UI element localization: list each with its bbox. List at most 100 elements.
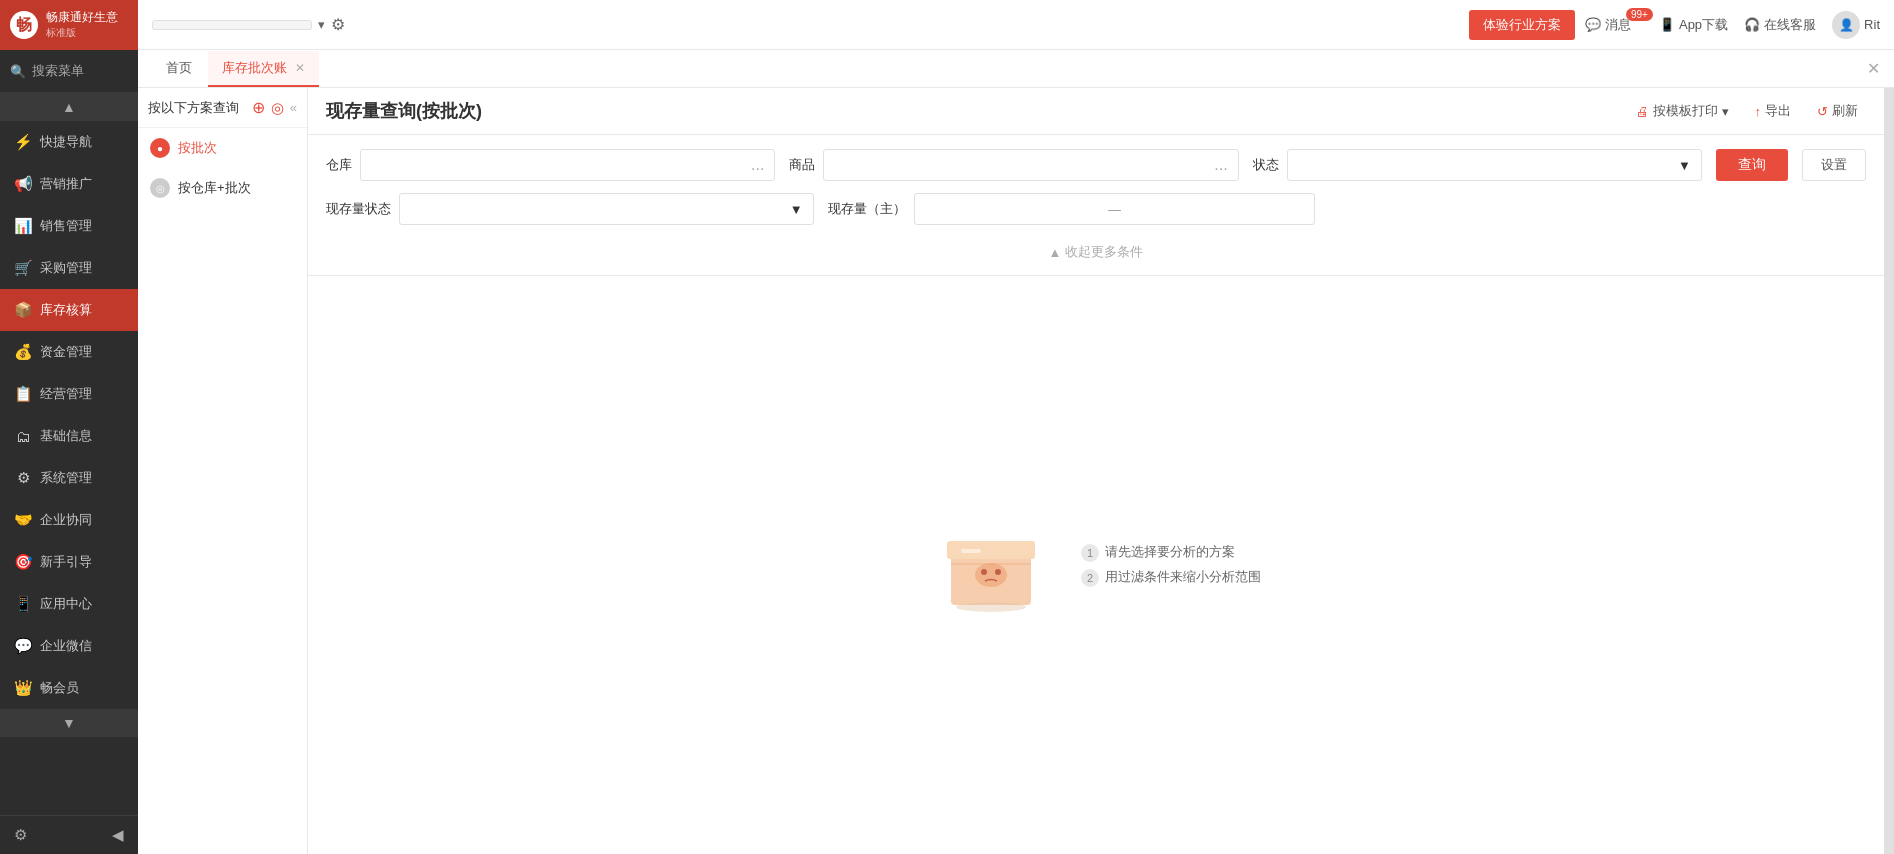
topbar-gear-button[interactable]: ⚙: [331, 15, 345, 34]
hint-2-text: 用过滤条件来缩小分析范围: [1105, 568, 1261, 586]
product-input[interactable]: ...: [823, 149, 1238, 181]
sidebar-item-system[interactable]: ⚙ 系统管理: [0, 457, 138, 499]
empty-hint-2: 2 用过滤条件来缩小分析范围: [1081, 568, 1261, 587]
tab-close-icon[interactable]: ✕: [295, 61, 305, 75]
stock-status-select[interactable]: ▼: [399, 193, 814, 225]
customer-service-button[interactable]: 🎧 在线客服: [1744, 16, 1816, 34]
user-profile-button[interactable]: 👤 Rit: [1832, 11, 1880, 39]
status-select[interactable]: ▼: [1287, 149, 1702, 181]
content-area: 按以下方案查询 ⊕ ◎ « ● 按批次 ◎ 按仓库+批次 现存量查询(按批次): [138, 88, 1894, 854]
scheme-settings-button[interactable]: ◎: [271, 99, 284, 117]
status-chevron-icon: ▼: [1678, 158, 1691, 173]
sidebar-item-member[interactable]: 👑 畅会员: [0, 667, 138, 709]
scheme-by-batch-label: 按批次: [178, 139, 217, 157]
topbar-right: 💬 消息 99+ 📱 App下载 🎧 在线客服 👤 Rit: [1585, 11, 1880, 39]
topbar-search-box[interactable]: [152, 20, 312, 30]
app-download-button[interactable]: 📱 App下载: [1659, 16, 1728, 34]
print-button[interactable]: 🖨 按模板打印 ▾: [1628, 98, 1737, 124]
tab-inventory-batch[interactable]: 库存批次账 ✕: [208, 51, 319, 87]
sidebar-header: 畅 畅康通好生意 标准版: [0, 0, 138, 50]
finance-icon: 💰: [14, 343, 32, 361]
svg-point-2: [975, 563, 1007, 587]
scheme-add-button[interactable]: ⊕: [252, 98, 265, 117]
app-logo: 畅: [10, 11, 38, 39]
warehouse-input[interactable]: ...: [360, 149, 775, 181]
stock-status-label: 现存量状态: [326, 200, 391, 218]
page-header: 现存量查询(按批次) 🖨 按模板打印 ▾ ↑ 导出 ↺ 刷新: [308, 88, 1884, 135]
messages-button[interactable]: 💬 消息 99+: [1585, 16, 1643, 34]
sidebar-item-label: 采购管理: [40, 259, 92, 277]
sidebar-search-button[interactable]: 🔍 搜索菜单: [10, 58, 128, 84]
tab-home-label: 首页: [166, 59, 192, 77]
export-button[interactable]: ↑ 导出: [1747, 98, 1800, 124]
print-dropdown-icon[interactable]: ▾: [1722, 104, 1729, 119]
sidebar-item-label: 库存核算: [40, 301, 92, 319]
svg-point-4: [995, 569, 1001, 575]
collapse-more-button[interactable]: ▲ 收起更多条件: [326, 237, 1866, 261]
sidebar-item-label: 资金管理: [40, 343, 92, 361]
sidebar-item-marketing[interactable]: 📢 营销推广: [0, 163, 138, 205]
empty-state: 1 请先选择要分析的方案 2 用过滤条件来缩小分析范围: [308, 276, 1884, 854]
marketing-icon: 📢: [14, 175, 32, 193]
sidebar-collapse-icon[interactable]: ◀: [112, 826, 124, 844]
sidebar-item-quick-nav[interactable]: ⚡ 快捷导航: [0, 121, 138, 163]
sidebar-item-sales[interactable]: 📊 销售管理: [0, 205, 138, 247]
apps-icon: 📱: [14, 595, 32, 613]
topbar: ▾ ⚙ 体验行业方案 💬 消息 99+ 📱 App下载 🎧 在线客服 👤: [138, 0, 1894, 50]
tab-home[interactable]: 首页: [152, 51, 206, 87]
scheme-item-by-warehouse-batch[interactable]: ◎ 按仓库+批次: [138, 168, 307, 208]
warehouse-label: 仓库: [326, 156, 352, 174]
tabs-bar-close-button[interactable]: ✕: [1867, 59, 1880, 78]
quick-nav-icon: ⚡: [14, 133, 32, 151]
main-area: ▾ ⚙ 体验行业方案 💬 消息 99+ 📱 App下载 🎧 在线客服 👤: [138, 0, 1894, 854]
product-dots[interactable]: ...: [1214, 156, 1227, 174]
sidebar-search-area[interactable]: 🔍 搜索菜单: [0, 50, 138, 93]
customer-service-label: 在线客服: [1764, 16, 1816, 34]
sidebar-item-label: 快捷导航: [40, 133, 92, 151]
sidebar: 畅 畅康通好生意 标准版 🔍 搜索菜单 ▲ ⚡ 快捷导航 📢 营销推广 📊 销售…: [0, 0, 138, 854]
messages-badge: 99+: [1626, 8, 1653, 21]
sidebar-item-enterprise[interactable]: 🤝 企业协同: [0, 499, 138, 541]
sidebar-item-apps[interactable]: 📱 应用中心: [0, 583, 138, 625]
sidebar-item-operation[interactable]: 📋 经营管理: [0, 373, 138, 415]
chevron-up-icon: ▲: [1049, 245, 1062, 260]
avatar: 👤: [1832, 11, 1860, 39]
status-label: 状态: [1253, 156, 1279, 174]
filter-settings-button[interactable]: 设置: [1802, 149, 1866, 181]
sidebar-item-purchase[interactable]: 🛒 采购管理: [0, 247, 138, 289]
stock-qty-range[interactable]: —: [914, 193, 1316, 225]
sidebar-item-label: 应用中心: [40, 595, 92, 613]
stock-status-chevron-icon: ▼: [790, 202, 803, 217]
tabs-bar: 首页 库存批次账 ✕ ✕: [138, 50, 1894, 88]
filter-row-2: 现存量状态 ▼ 现存量（主） —: [326, 193, 1866, 225]
sidebar-item-newbie[interactable]: 🎯 新手引导: [0, 541, 138, 583]
topbar-dropdown-button[interactable]: ▾: [318, 17, 325, 32]
sidebar-item-basic[interactable]: 🗂 基础信息: [0, 415, 138, 457]
sidebar-item-label: 系统管理: [40, 469, 92, 487]
app-title: 畅康通好生意: [46, 10, 118, 26]
scheme-item-by-batch[interactable]: ● 按批次: [138, 128, 307, 168]
empty-hints: 1 请先选择要分析的方案 2 用过滤条件来缩小分析范围: [1081, 543, 1261, 587]
sidebar-item-finance[interactable]: 💰 资金管理: [0, 331, 138, 373]
avatar-icon: 👤: [1839, 18, 1854, 32]
filter-stock-qty: 现存量（主） —: [828, 193, 1316, 225]
refresh-button[interactable]: ↺ 刷新: [1809, 98, 1866, 124]
query-button[interactable]: 查询: [1716, 149, 1788, 181]
empty-illustration: [931, 495, 1051, 615]
sidebar-scroll-up[interactable]: ▲: [0, 93, 138, 121]
enterprise-icon: 🤝: [14, 511, 32, 529]
search-icon: 🔍: [10, 64, 26, 79]
sidebar-item-wechat[interactable]: 💬 企业微信: [0, 625, 138, 667]
right-scrollbar[interactable]: [1884, 88, 1894, 854]
sidebar-item-inventory[interactable]: 📦 库存核算: [0, 289, 138, 331]
svg-rect-5: [961, 549, 981, 553]
sidebar-scroll-down[interactable]: ▼: [0, 709, 138, 737]
trial-button[interactable]: 体验行业方案: [1469, 10, 1575, 40]
operation-icon: 📋: [14, 385, 32, 403]
settings-gear-icon[interactable]: ⚙: [14, 826, 27, 844]
app-edition: 标准版: [46, 26, 118, 40]
warehouse-dots[interactable]: ...: [751, 156, 764, 174]
page-header-actions: 🖨 按模板打印 ▾ ↑ 导出 ↺ 刷新: [1628, 98, 1867, 124]
headset-icon: 🎧: [1744, 17, 1760, 32]
scheme-collapse-button[interactable]: «: [290, 100, 297, 115]
